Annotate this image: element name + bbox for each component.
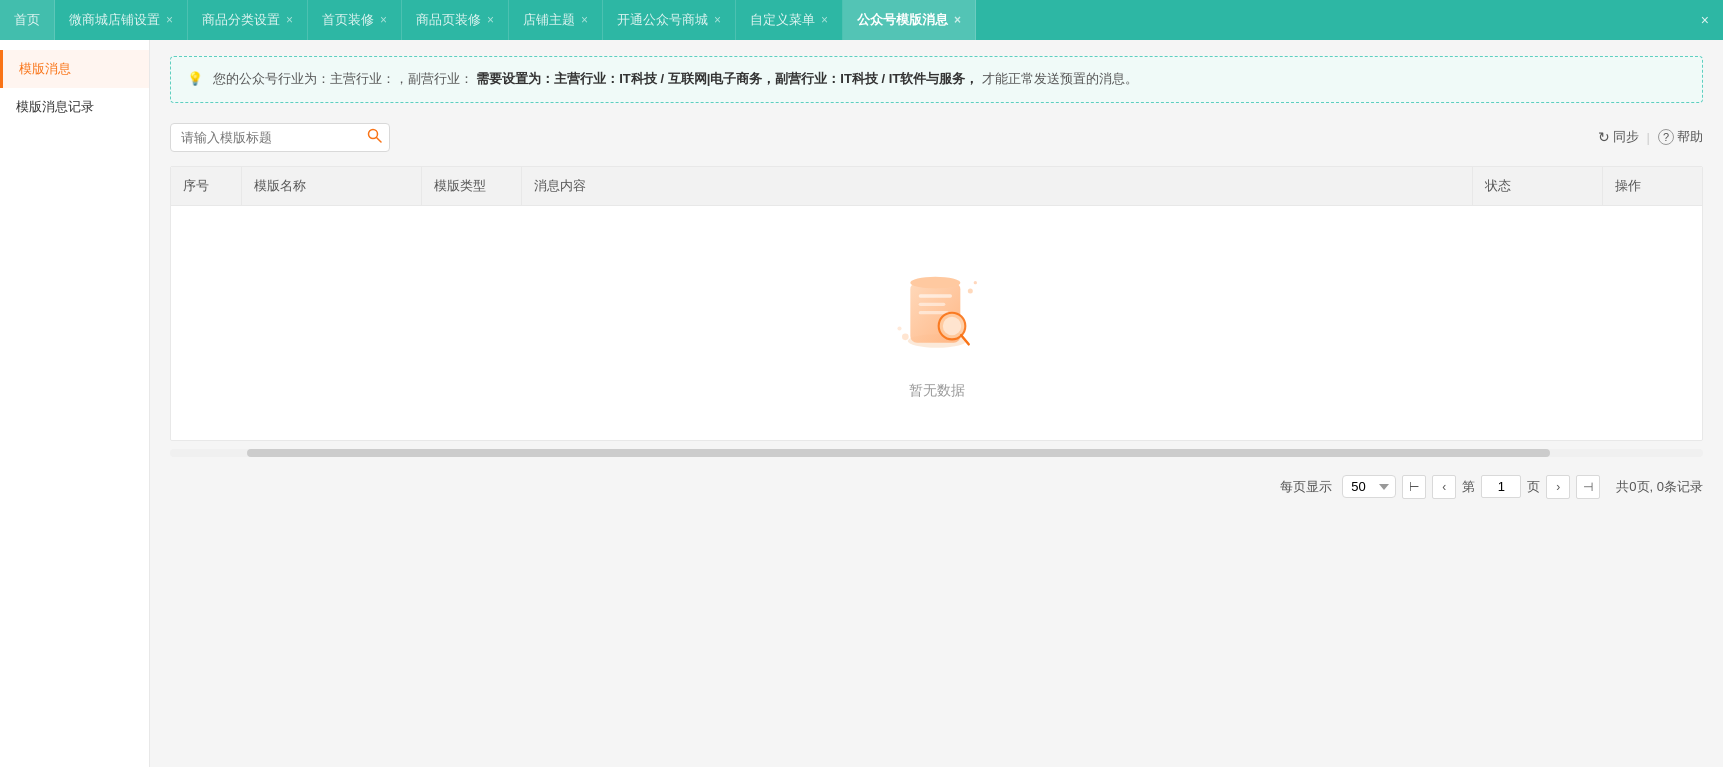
- col-status: 状态: [1472, 167, 1602, 206]
- help-icon: ?: [1658, 129, 1674, 145]
- svg-point-9: [942, 317, 960, 335]
- notice-banner: 💡 您的公众号行业为：主营行业：，副营行业： 需要设置为：主营行业：IT科技 /…: [170, 56, 1703, 103]
- tab-wshop[interactable]: 微商城店铺设置 ×: [55, 0, 188, 40]
- empty-state: 暂无数据: [171, 206, 1702, 440]
- tab-product[interactable]: 商品页装修 ×: [402, 0, 509, 40]
- close-icon[interactable]: ×: [581, 13, 588, 27]
- data-table: 序号 模版名称 模版类型 消息内容 状态: [171, 167, 1702, 440]
- empty-text: 暂无数据: [909, 382, 965, 400]
- close-icon[interactable]: ×: [286, 13, 293, 27]
- scrollbar-thumb[interactable]: [247, 449, 1550, 457]
- toolbar-right: ↻ 同步 | ? 帮助: [1598, 128, 1703, 146]
- col-content: 消息内容: [521, 167, 1472, 206]
- next-page-button[interactable]: ›: [1546, 475, 1570, 499]
- empty-illustration: [887, 266, 987, 366]
- sync-icon: ↻: [1598, 129, 1610, 145]
- tab-category[interactable]: 商品分类设置 ×: [188, 0, 308, 40]
- prev-page-button[interactable]: ‹: [1432, 475, 1456, 499]
- svg-line-1: [377, 138, 382, 143]
- content-area: 💡 您的公众号行业为：主营行业：，副营行业： 需要设置为：主营行业：IT科技 /…: [150, 40, 1723, 767]
- svg-point-13: [902, 333, 909, 340]
- svg-point-4: [910, 277, 960, 289]
- close-icon[interactable]: ×: [166, 13, 173, 27]
- tab-custmenu[interactable]: 自定义菜单 ×: [736, 0, 843, 40]
- svg-rect-6: [918, 302, 945, 305]
- col-type: 模版类型: [421, 167, 521, 206]
- sidebar: 模版消息 模版消息记录: [0, 40, 150, 767]
- help-button[interactable]: ? 帮助: [1658, 128, 1703, 146]
- tab-homepage[interactable]: 首页装修 ×: [308, 0, 402, 40]
- svg-point-12: [973, 281, 976, 284]
- horizontal-scrollbar[interactable]: [170, 449, 1703, 457]
- page-input[interactable]: [1481, 475, 1521, 498]
- pagination: 每页显示 50 10 20 100 ⊢ ‹ 第 页 › ⊣ 共0页, 0条记录: [170, 465, 1703, 503]
- page-total: 共0页, 0条记录: [1616, 478, 1703, 496]
- page-suffix: 页: [1527, 478, 1540, 496]
- svg-rect-5: [918, 294, 951, 297]
- tab-mall[interactable]: 开通公众号商城 ×: [603, 0, 736, 40]
- close-icon[interactable]: ×: [821, 13, 828, 27]
- svg-point-14: [897, 326, 901, 330]
- search-bar: ↻ 同步 | ? 帮助: [170, 123, 1703, 152]
- bulb-icon: 💡: [187, 71, 203, 86]
- tab-template[interactable]: 公众号模版消息 ×: [843, 0, 976, 40]
- search-input[interactable]: [170, 123, 390, 152]
- svg-rect-7: [918, 311, 948, 314]
- page-size-select[interactable]: 50 10 20 100: [1342, 475, 1396, 498]
- close-all-button[interactable]: ×: [1687, 12, 1723, 28]
- close-icon[interactable]: ×: [714, 13, 721, 27]
- page-label: 第: [1462, 478, 1475, 496]
- col-name: 模版名称: [241, 167, 421, 206]
- col-index: 序号: [171, 167, 241, 206]
- top-nav: 首页 微商城店铺设置 × 商品分类设置 × 首页装修 × 商品页装修 × 店铺主…: [0, 0, 1723, 40]
- main-layout: 模版消息 模版消息记录 💡 您的公众号行业为：主营行业：，副营行业： 需要设置为…: [0, 40, 1723, 767]
- last-page-button[interactable]: ⊣: [1576, 475, 1600, 499]
- close-icon[interactable]: ×: [954, 13, 961, 27]
- search-icon[interactable]: [367, 128, 382, 146]
- sidebar-item-template-msg[interactable]: 模版消息: [0, 50, 149, 88]
- divider: |: [1647, 130, 1650, 145]
- search-wrap: [170, 123, 390, 152]
- sync-button[interactable]: ↻ 同步: [1598, 128, 1639, 146]
- tab-home[interactable]: 首页: [0, 0, 55, 40]
- close-icon[interactable]: ×: [487, 13, 494, 27]
- data-table-wrapper: 序号 模版名称 模版类型 消息内容 状态: [170, 166, 1703, 441]
- svg-point-11: [967, 288, 972, 293]
- close-icon[interactable]: ×: [380, 13, 387, 27]
- tab-theme[interactable]: 店铺主题 ×: [509, 0, 603, 40]
- col-action: 操作: [1602, 167, 1702, 206]
- page-size-label: 每页显示: [1280, 478, 1332, 496]
- sidebar-item-template-record[interactable]: 模版消息记录: [0, 88, 149, 126]
- first-page-button[interactable]: ⊢: [1402, 475, 1426, 499]
